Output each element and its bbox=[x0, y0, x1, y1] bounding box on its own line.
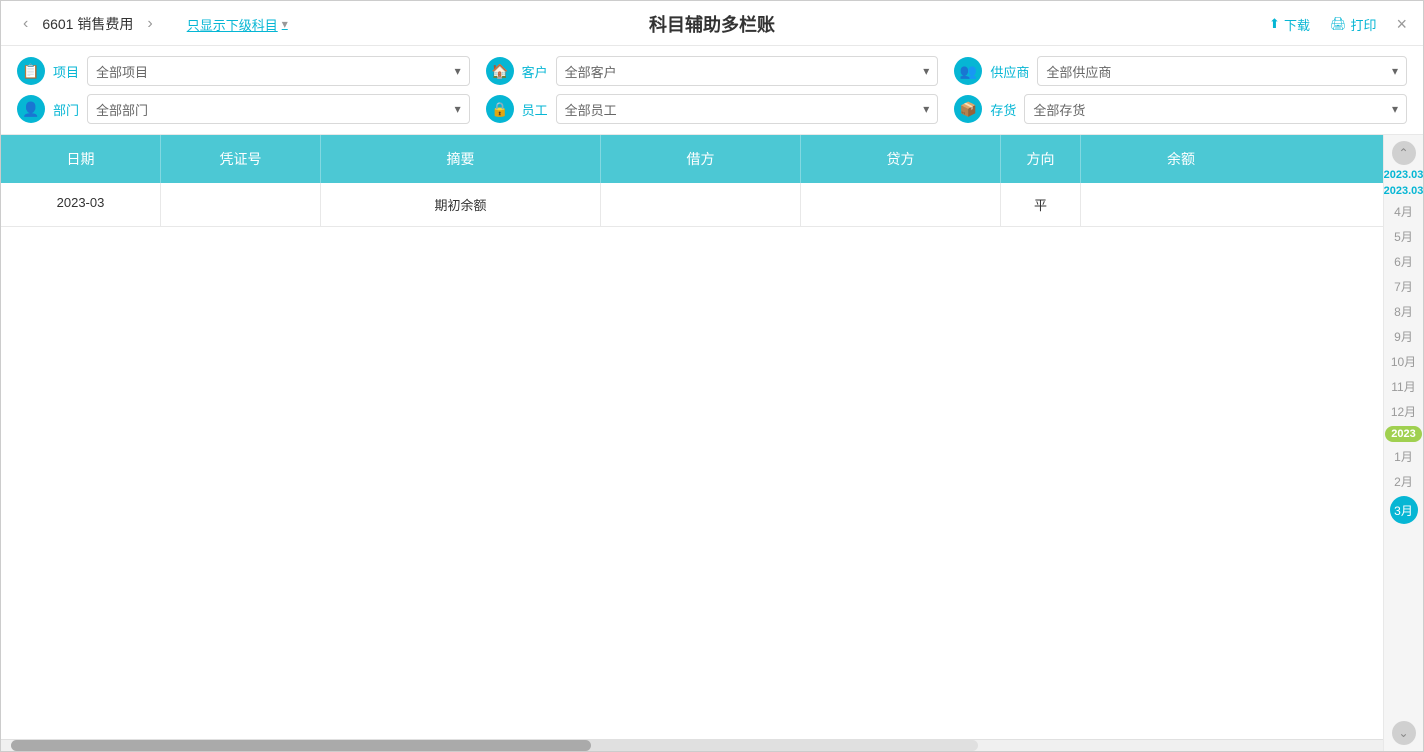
chevron-down-icon: ▾ bbox=[282, 17, 288, 31]
col-date: 日期 bbox=[1, 135, 161, 183]
filter-inventory: 📦 存货 全部存货 ▾ bbox=[954, 94, 1407, 124]
cell-summary: 期初余额 bbox=[321, 183, 601, 226]
department-value: 全部部门 bbox=[96, 100, 148, 119]
month-10[interactable]: 10月 bbox=[1384, 349, 1423, 374]
col-debit: 借方 bbox=[601, 135, 801, 183]
customer-select[interactable]: 全部客户 ▾ bbox=[556, 56, 939, 86]
table-header: 日期 凭证号 摘要 借方 贷方 方向 余额 bbox=[1, 135, 1383, 183]
page-title: 科目辅助多栏账 bbox=[649, 11, 775, 37]
table-row: 2023-03 期初余额 平 bbox=[1, 183, 1383, 227]
chevron-down-icon: ▾ bbox=[923, 102, 929, 116]
month-list: 2023.03 2023.03 4月 5月 6月 7月 8月 9月 10月 11… bbox=[1384, 167, 1423, 719]
chevron-down-icon: ▾ bbox=[455, 102, 461, 116]
filter-employee-label: 员工 bbox=[522, 100, 548, 119]
filter-department-label: 部门 bbox=[53, 100, 79, 119]
month-8[interactable]: 8月 bbox=[1384, 299, 1423, 324]
bottom-scroll-track bbox=[11, 740, 978, 751]
title-bar-right: ⬆ 下载 🖨 打印 × bbox=[1269, 14, 1407, 35]
cell-credit bbox=[801, 183, 1001, 226]
chevron-down-icon: ▾ bbox=[923, 64, 929, 78]
month-4[interactable]: 4月 bbox=[1384, 199, 1423, 224]
inventory-value: 全部存货 bbox=[1033, 100, 1085, 119]
filter-supplier-label: 供应商 bbox=[990, 62, 1029, 81]
show-sub-checkbox-area[interactable]: 只显示下级科目 ▾ bbox=[187, 15, 288, 34]
table-area: 日期 凭证号 摘要 借方 贷方 方向 余额 2023-03 期初余额 平 bbox=[1, 135, 1383, 751]
cell-balance bbox=[1081, 183, 1281, 226]
month-navigator: ⌃ 2023.03 2023.03 4月 5月 6月 7月 8月 9月 10月 … bbox=[1383, 135, 1423, 751]
year-badge: 2023 bbox=[1385, 426, 1421, 442]
filter-employee: 🔒 员工 全部员工 ▾ bbox=[486, 94, 939, 124]
project-select[interactable]: 全部项目 ▾ bbox=[87, 56, 470, 86]
download-button[interactable]: ⬆ 下载 bbox=[1269, 15, 1310, 34]
scroll-up-button[interactable]: ⌃ bbox=[1392, 141, 1416, 165]
employee-select[interactable]: 全部员工 ▾ bbox=[556, 94, 939, 124]
customer-value: 全部客户 bbox=[565, 62, 617, 81]
bottom-scroll-thumb bbox=[11, 740, 591, 751]
col-voucher: 凭证号 bbox=[161, 135, 321, 183]
download-label: 下载 bbox=[1284, 15, 1310, 34]
employee-icon: 🔒 bbox=[486, 95, 514, 123]
month-2[interactable]: 2月 bbox=[1384, 469, 1423, 494]
cell-direction: 平 bbox=[1001, 183, 1081, 226]
prev-account-button[interactable]: ‹ bbox=[17, 13, 34, 35]
month-11[interactable]: 11月 bbox=[1384, 374, 1423, 399]
month-5[interactable]: 5月 bbox=[1384, 224, 1423, 249]
filter-project-label: 项目 bbox=[53, 62, 79, 81]
account-code: 6601 销售费用 bbox=[42, 14, 133, 34]
inventory-icon: 📦 bbox=[954, 95, 982, 123]
supplier-value: 全部供应商 bbox=[1046, 62, 1111, 81]
print-label: 打印 bbox=[1350, 15, 1376, 34]
scroll-down-button[interactable]: ⌄ bbox=[1392, 721, 1416, 745]
filter-project: 📋 项目 全部项目 ▾ bbox=[17, 56, 470, 86]
download-icon: ⬆ bbox=[1269, 16, 1280, 32]
print-button[interactable]: 🖨 打印 bbox=[1330, 15, 1377, 34]
filter-inventory-label: 存货 bbox=[990, 100, 1016, 119]
chevron-down-icon: ▾ bbox=[1392, 64, 1398, 78]
supplier-select[interactable]: 全部供应商 ▾ bbox=[1037, 56, 1407, 86]
department-select[interactable]: 全部部门 ▾ bbox=[87, 94, 470, 124]
filter-customer-label: 客户 bbox=[522, 62, 548, 81]
title-bar: ‹ 6601 销售费用 › 只显示下级科目 ▾ 科目辅助多栏账 ⬆ 下载 🖨 打… bbox=[1, 1, 1423, 46]
month-1[interactable]: 1月 bbox=[1384, 444, 1423, 469]
col-balance: 余额 bbox=[1081, 135, 1281, 183]
department-icon: 👤 bbox=[17, 95, 45, 123]
period-item-2[interactable]: 2023.03 bbox=[1384, 183, 1423, 199]
main-window: ‹ 6601 销售费用 › 只显示下级科目 ▾ 科目辅助多栏账 ⬆ 下载 🖨 打… bbox=[0, 0, 1424, 752]
supplier-icon: 👥 bbox=[954, 57, 982, 85]
project-icon: 📋 bbox=[17, 57, 45, 85]
title-bar-left: ‹ 6601 销售费用 › 只显示下级科目 ▾ bbox=[17, 13, 288, 35]
month-7[interactable]: 7月 bbox=[1384, 274, 1423, 299]
month-12[interactable]: 12月 bbox=[1384, 399, 1423, 424]
cell-date: 2023-03 bbox=[1, 183, 161, 226]
col-direction: 方向 bbox=[1001, 135, 1081, 183]
customer-icon: 🏠 bbox=[486, 57, 514, 85]
cell-voucher bbox=[161, 183, 321, 226]
period-item-1[interactable]: 2023.03 bbox=[1384, 167, 1423, 183]
main-content: 日期 凭证号 摘要 借方 贷方 方向 余额 2023-03 期初余额 平 bbox=[1, 135, 1423, 751]
filter-department: 👤 部门 全部部门 ▾ bbox=[17, 94, 470, 124]
print-icon: 🖨 bbox=[1330, 16, 1347, 32]
employee-value: 全部员工 bbox=[565, 100, 617, 119]
month-9[interactable]: 9月 bbox=[1384, 324, 1423, 349]
next-account-button[interactable]: › bbox=[141, 13, 158, 35]
show-sub-label: 只显示下级科目 bbox=[187, 15, 278, 34]
chevron-down-icon: ▾ bbox=[1392, 102, 1398, 116]
month-6[interactable]: 6月 bbox=[1384, 249, 1423, 274]
chevron-down-icon: ▾ bbox=[455, 64, 461, 78]
project-value: 全部项目 bbox=[96, 62, 148, 81]
filter-area: 📋 项目 全部项目 ▾ 🏠 客户 全部客户 ▾ 👥 供应商 全部供应商 ▾ bbox=[1, 46, 1423, 135]
filter-supplier: 👥 供应商 全部供应商 ▾ bbox=[954, 56, 1407, 86]
close-button[interactable]: × bbox=[1396, 14, 1407, 35]
table-body: 2023-03 期初余额 平 bbox=[1, 183, 1383, 739]
col-credit: 贷方 bbox=[801, 135, 1001, 183]
bottom-scrollbar[interactable] bbox=[1, 739, 1383, 751]
month-3-active[interactable]: 3月 bbox=[1390, 496, 1418, 524]
col-summary: 摘要 bbox=[321, 135, 601, 183]
inventory-select[interactable]: 全部存货 ▾ bbox=[1024, 94, 1407, 124]
cell-debit bbox=[601, 183, 801, 226]
filter-customer: 🏠 客户 全部客户 ▾ bbox=[486, 56, 939, 86]
